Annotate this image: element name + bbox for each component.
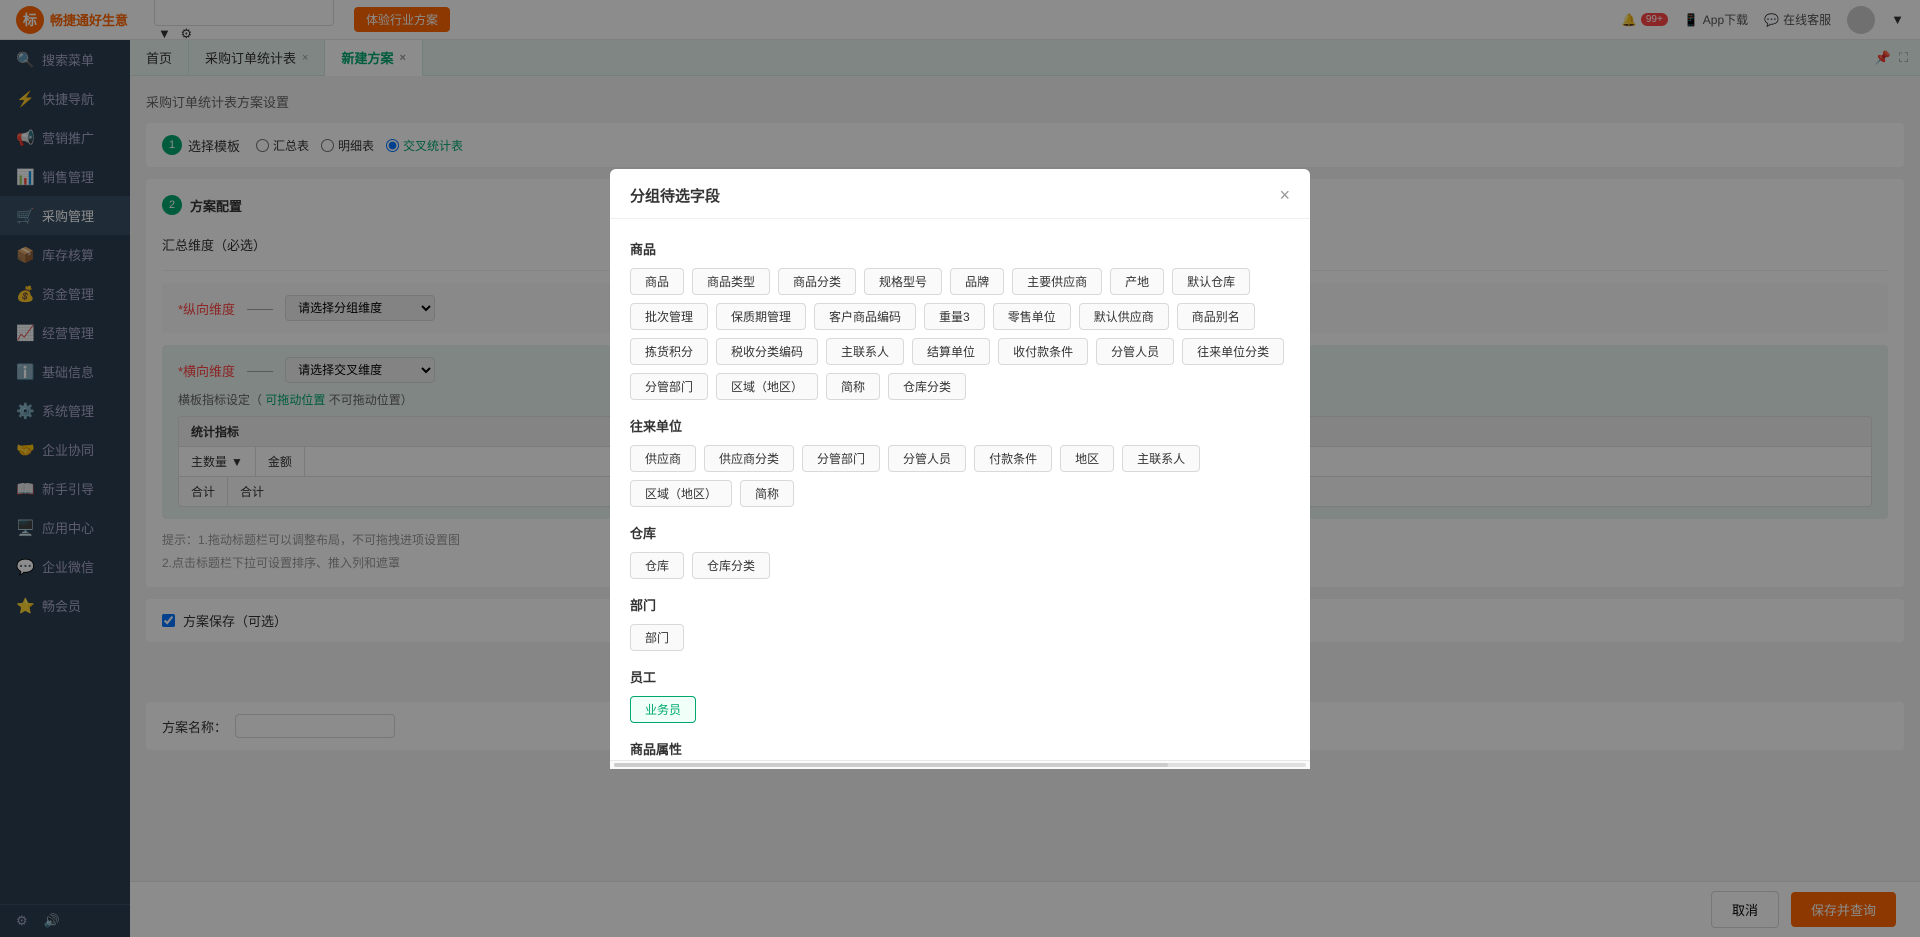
modal-body: 商品 商品 商品类型 商品分类 规格型号 品牌 主要供应商 产地 默认仓库 批次… <box>610 219 1310 761</box>
tag-dept-goods[interactable]: 分管部门 <box>630 373 708 400</box>
tag-group-staff: 业务员 <box>630 696 1290 723</box>
tag-settlement-unit[interactable]: 结算单位 <box>912 338 990 365</box>
tag-manager-goods[interactable]: 分管人员 <box>1096 338 1174 365</box>
tag-goods-alias[interactable]: 商品别名 <box>1177 303 1255 330</box>
tag-goods-type[interactable]: 商品类型 <box>692 268 770 295</box>
modal-close-button[interactable]: × <box>1279 185 1290 206</box>
tag-supplier-category[interactable]: 供应商分类 <box>704 445 794 472</box>
tag-payment-condition[interactable]: 付款条件 <box>974 445 1052 472</box>
modal-hscrollbar[interactable] <box>610 760 1310 768</box>
tag-default-supplier[interactable]: 默认供应商 <box>1079 303 1169 330</box>
section-title-warehouse: 仓库 <box>630 523 1290 542</box>
tag-group-counterpart: 供应商 供应商分类 分管部门 分管人员 付款条件 地区 主联系人 区域（地区） … <box>630 445 1290 507</box>
tag-tax-code[interactable]: 税收分类编码 <box>716 338 818 365</box>
section-title-dept: 部门 <box>630 595 1290 614</box>
tag-salesperson[interactable]: 业务员 <box>630 696 696 723</box>
tag-main-contact[interactable]: 主联系人 <box>826 338 904 365</box>
section-title-counterpart: 往来单位 <box>630 416 1290 435</box>
tag-group-dept: 部门 <box>630 624 1290 651</box>
tag-goods[interactable]: 商品 <box>630 268 684 295</box>
tag-dept[interactable]: 部门 <box>630 624 684 651</box>
tag-region-goods[interactable]: 区域（地区） <box>716 373 818 400</box>
tag-group-goods: 商品 商品类型 商品分类 规格型号 品牌 主要供应商 产地 默认仓库 批次管理 … <box>630 268 1290 400</box>
tag-warehouse[interactable]: 仓库 <box>630 552 684 579</box>
tag-batch-mgmt[interactable]: 批次管理 <box>630 303 708 330</box>
modal-title: 分组待选字段 <box>630 185 720 206</box>
tag-abbr-goods[interactable]: 简称 <box>826 373 880 400</box>
tag-default-warehouse[interactable]: 默认仓库 <box>1172 268 1250 295</box>
tag-goods-category[interactable]: 商品分类 <box>778 268 856 295</box>
section-title-goods: 商品 <box>630 239 1290 258</box>
tag-spec-model[interactable]: 规格型号 <box>864 268 942 295</box>
tag-customer-code[interactable]: 客户商品编码 <box>814 303 916 330</box>
tag-supplier[interactable]: 供应商 <box>630 445 696 472</box>
tag-abbr-counterpart[interactable]: 简称 <box>740 480 794 507</box>
tag-counterpart-category[interactable]: 往来单位分类 <box>1182 338 1284 365</box>
tag-origin[interactable]: 产地 <box>1110 268 1164 295</box>
tag-group-warehouse: 仓库 仓库分类 <box>630 552 1290 579</box>
tag-pick-points[interactable]: 拣货积分 <box>630 338 708 365</box>
section-title-goods-attr: 商品属性 <box>630 739 1290 758</box>
modal-header: 分组待选字段 × <box>610 169 1310 219</box>
tag-weight3[interactable]: 重量3 <box>924 303 985 330</box>
modal: 分组待选字段 × 商品 商品 商品类型 商品分类 规格型号 品牌 主要供应商 产… <box>610 169 1310 769</box>
tag-expiry-mgmt[interactable]: 保质期管理 <box>716 303 806 330</box>
tag-region2-counterpart[interactable]: 区域（地区） <box>630 480 732 507</box>
section-title-staff: 员工 <box>630 667 1290 686</box>
tag-warehouse-category[interactable]: 仓库分类 <box>692 552 770 579</box>
tag-retail-unit[interactable]: 零售单位 <box>993 303 1071 330</box>
tag-warehouse-cat[interactable]: 仓库分类 <box>888 373 966 400</box>
tag-brand[interactable]: 品牌 <box>950 268 1004 295</box>
tag-payment-terms[interactable]: 收付款条件 <box>998 338 1088 365</box>
tag-main-supplier[interactable]: 主要供应商 <box>1012 268 1102 295</box>
tag-manager-counterpart[interactable]: 分管人员 <box>888 445 966 472</box>
tag-dept-counterpart[interactable]: 分管部门 <box>802 445 880 472</box>
tag-main-contact-counterpart[interactable]: 主联系人 <box>1122 445 1200 472</box>
modal-overlay: 分组待选字段 × 商品 商品 商品类型 商品分类 规格型号 品牌 主要供应商 产… <box>0 0 1920 937</box>
tag-region-counterpart[interactable]: 地区 <box>1060 445 1114 472</box>
